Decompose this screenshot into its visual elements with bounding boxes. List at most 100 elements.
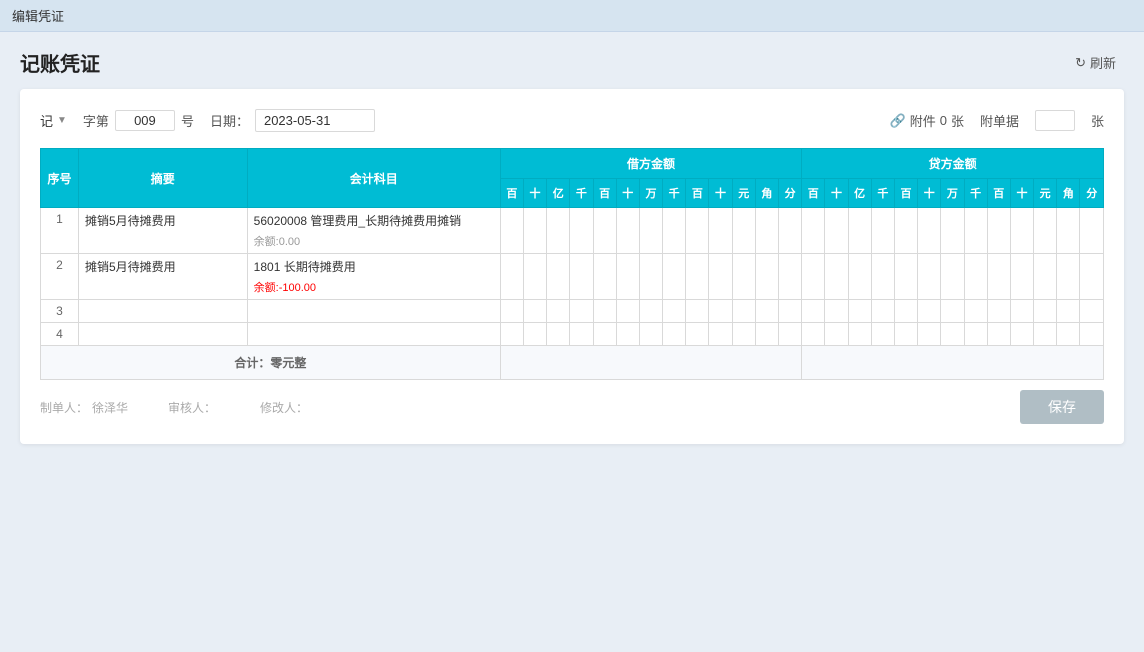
cell-debit-digit[interactable]: [755, 254, 778, 300]
cell-credit-digit[interactable]: [1057, 300, 1080, 323]
cell-debit-digit[interactable]: [779, 300, 802, 323]
cell-credit-digit[interactable]: [918, 323, 941, 346]
cell-credit-digit[interactable]: [848, 300, 871, 323]
cell-credit-digit[interactable]: [894, 254, 917, 300]
cell-debit-digit[interactable]: [686, 208, 709, 254]
cell-debit-digit[interactable]: [663, 208, 686, 254]
cell-credit-digit[interactable]: [1080, 323, 1104, 346]
cell-account[interactable]: 1801 长期待摊费用余额:-100.00: [247, 254, 500, 300]
cell-credit-digit[interactable]: [848, 254, 871, 300]
cell-credit-digit[interactable]: [1080, 254, 1104, 300]
cell-credit-digit[interactable]: [1010, 300, 1033, 323]
cell-credit-digit[interactable]: [871, 254, 894, 300]
cell-credit-digit[interactable]: [1010, 254, 1033, 300]
cell-account[interactable]: [247, 323, 500, 346]
cell-summary[interactable]: [78, 300, 247, 323]
save-button[interactable]: 保存: [1020, 390, 1104, 424]
cell-credit-digit[interactable]: [894, 300, 917, 323]
cell-credit-digit[interactable]: [1034, 254, 1057, 300]
cell-debit-digit[interactable]: [639, 300, 662, 323]
cell-credit-digit[interactable]: [964, 300, 987, 323]
cell-debit-digit[interactable]: [523, 254, 546, 300]
cell-credit-digit[interactable]: [894, 323, 917, 346]
cell-credit-digit[interactable]: [918, 208, 941, 254]
cell-credit-digit[interactable]: [941, 208, 964, 254]
cell-credit-digit[interactable]: [1010, 323, 1033, 346]
cell-credit-digit[interactable]: [1010, 208, 1033, 254]
cell-debit-digit[interactable]: [523, 300, 546, 323]
cell-credit-digit[interactable]: [1080, 300, 1104, 323]
cell-credit-digit[interactable]: [918, 254, 941, 300]
refresh-button[interactable]: ↻ 刷新: [1067, 49, 1124, 76]
cell-debit-digit[interactable]: [570, 208, 593, 254]
cell-debit-digit[interactable]: [500, 254, 523, 300]
cell-debit-digit[interactable]: [732, 254, 755, 300]
cell-debit-digit[interactable]: [639, 254, 662, 300]
cell-debit-digit[interactable]: [500, 323, 523, 346]
cell-debit-digit[interactable]: [709, 300, 732, 323]
cell-credit-digit[interactable]: [1057, 208, 1080, 254]
cell-debit-digit[interactable]: [570, 300, 593, 323]
cell-credit-digit[interactable]: [964, 254, 987, 300]
cell-debit-digit[interactable]: [663, 323, 686, 346]
cell-credit-digit[interactable]: [918, 300, 941, 323]
cell-debit-digit[interactable]: [570, 323, 593, 346]
cell-debit-digit[interactable]: [593, 323, 616, 346]
cell-credit-digit[interactable]: [1034, 300, 1057, 323]
cell-debit-digit[interactable]: [755, 300, 778, 323]
cell-debit-digit[interactable]: [593, 208, 616, 254]
cell-account[interactable]: 56020008 管理费用_长期待摊费用摊销余额:0.00: [247, 208, 500, 254]
cell-credit-digit[interactable]: [825, 323, 848, 346]
cell-debit-digit[interactable]: [663, 254, 686, 300]
cell-credit-digit[interactable]: [1034, 208, 1057, 254]
cell-credit-digit[interactable]: [871, 208, 894, 254]
cell-credit-digit[interactable]: [964, 208, 987, 254]
cell-credit-digit[interactable]: [987, 300, 1010, 323]
cell-credit-digit[interactable]: [1080, 208, 1104, 254]
cell-debit-digit[interactable]: [616, 254, 639, 300]
cell-debit-digit[interactable]: [755, 208, 778, 254]
cell-credit-digit[interactable]: [987, 254, 1010, 300]
cell-debit-digit[interactable]: [779, 208, 802, 254]
cell-summary[interactable]: 摊销5月待摊费用: [78, 254, 247, 300]
cell-credit-digit[interactable]: [871, 300, 894, 323]
cell-debit-digit[interactable]: [732, 208, 755, 254]
cell-credit-digit[interactable]: [987, 323, 1010, 346]
cell-debit-digit[interactable]: [500, 300, 523, 323]
cell-debit-digit[interactable]: [639, 208, 662, 254]
cell-credit-digit[interactable]: [802, 300, 825, 323]
cell-summary[interactable]: 摊销5月待摊费用: [78, 208, 247, 254]
cell-debit-digit[interactable]: [593, 300, 616, 323]
cell-debit-digit[interactable]: [547, 254, 570, 300]
cell-credit-digit[interactable]: [987, 208, 1010, 254]
cell-debit-digit[interactable]: [686, 323, 709, 346]
attachment-link[interactable]: 🔗 附件 0 张: [890, 111, 964, 130]
cell-debit-digit[interactable]: [779, 323, 802, 346]
cell-debit-digit[interactable]: [779, 254, 802, 300]
cell-debit-digit[interactable]: [732, 323, 755, 346]
cell-debit-digit[interactable]: [663, 300, 686, 323]
cell-debit-digit[interactable]: [523, 323, 546, 346]
cell-debit-digit[interactable]: [616, 323, 639, 346]
cell-debit-digit[interactable]: [709, 254, 732, 300]
cell-debit-digit[interactable]: [547, 208, 570, 254]
cell-credit-digit[interactable]: [802, 323, 825, 346]
cell-debit-digit[interactable]: [616, 208, 639, 254]
cell-debit-digit[interactable]: [709, 323, 732, 346]
cell-debit-digit[interactable]: [686, 300, 709, 323]
cell-credit-digit[interactable]: [1057, 323, 1080, 346]
cell-debit-digit[interactable]: [755, 323, 778, 346]
date-input[interactable]: [255, 109, 375, 132]
voucher-number-input[interactable]: [115, 110, 175, 131]
zhang-input[interactable]: [1035, 110, 1075, 131]
cell-debit-digit[interactable]: [547, 323, 570, 346]
cell-debit-digit[interactable]: [686, 254, 709, 300]
cell-credit-digit[interactable]: [871, 323, 894, 346]
cell-credit-digit[interactable]: [941, 323, 964, 346]
cell-credit-digit[interactable]: [941, 300, 964, 323]
cell-debit-digit[interactable]: [593, 254, 616, 300]
cell-debit-digit[interactable]: [547, 300, 570, 323]
cell-credit-digit[interactable]: [848, 208, 871, 254]
cell-credit-digit[interactable]: [1034, 323, 1057, 346]
cell-credit-digit[interactable]: [825, 254, 848, 300]
